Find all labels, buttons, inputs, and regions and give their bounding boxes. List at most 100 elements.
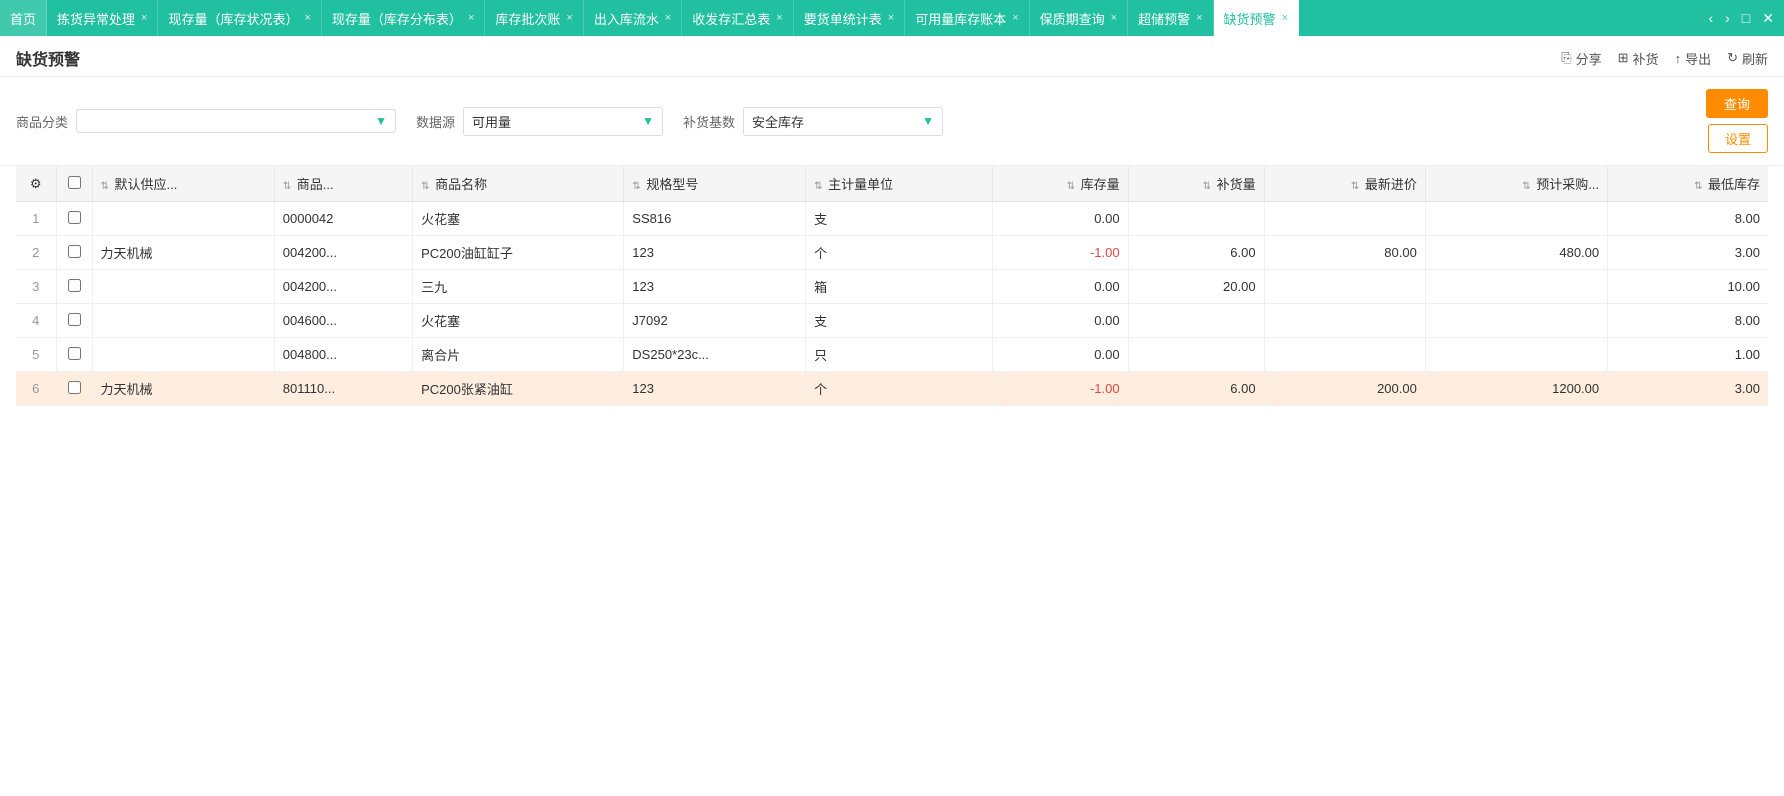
row-code: 0000042 [274, 202, 412, 236]
share-button[interactable]: ⎘ 分享 [1561, 49, 1601, 68]
row-select-checkbox[interactable] [68, 347, 81, 360]
row-supplier: 力天机械 [92, 372, 274, 406]
nav-tab-picking[interactable]: 拣货异常处理 × [47, 0, 158, 36]
table-row: 2力天机械004200...PC200油缸缸子123个-1.006.0080.0… [16, 236, 1768, 270]
row-select-checkbox[interactable] [68, 279, 81, 292]
row-checkbox-cell [56, 372, 92, 406]
th-replenish: ⇅ 补货量 [1128, 166, 1264, 202]
row-supplier [92, 304, 274, 338]
row-unit: 支 [806, 304, 993, 338]
close-icon[interactable]: × [888, 12, 894, 24]
close-icon[interactable]: × [1282, 12, 1288, 24]
filter-right: 查询 设置 [1706, 89, 1768, 153]
row-index: 3 [16, 270, 56, 304]
row-index: 6 [16, 372, 56, 406]
top-nav: 首页 拣货异常处理 × 现存量（库存状况表） × 现存量（库存分布表） × 库存… [0, 0, 1784, 36]
row-checkbox-cell [56, 304, 92, 338]
row-price [1264, 304, 1425, 338]
row-checkbox-cell [56, 236, 92, 270]
row-name: 离合片 [413, 338, 624, 372]
close-icon[interactable]: × [468, 12, 474, 24]
row-stock: -1.00 [992, 372, 1128, 406]
row-minstock: 8.00 [1608, 304, 1768, 338]
header-actions: ⎘ 分享 ⊞ 补货 ↑ 导出 ↻ 刷新 [1561, 49, 1768, 68]
select-all-checkbox[interactable] [68, 176, 81, 189]
page-title: 缺货预警 [16, 46, 80, 70]
row-index: 5 [16, 338, 56, 372]
table-header-row: ⚙ ⇅ 默认供应... ⇅ 商品... ⇅ 商品名称 [16, 166, 1768, 202]
nav-tab-available[interactable]: 可用量库存账本 × [905, 0, 1029, 36]
nav-tab-summary[interactable]: 收发存汇总表 × [682, 0, 793, 36]
close-icon[interactable]: × [776, 12, 782, 24]
close-icon[interactable]: × [665, 12, 671, 24]
row-stock: -1.00 [992, 236, 1128, 270]
nav-tab-overstock[interactable]: 超储预警 × [1128, 0, 1213, 36]
refresh-button[interactable]: ↻ 刷新 [1727, 49, 1768, 68]
nav-tab-home[interactable]: 首页 [0, 0, 47, 36]
row-price [1264, 270, 1425, 304]
nav-next-button[interactable]: › [1719, 0, 1736, 36]
settings-button[interactable]: 设置 [1708, 124, 1768, 153]
close-icon[interactable]: × [304, 12, 310, 24]
export-button[interactable]: ↑ 导出 [1675, 49, 1712, 68]
basis-label: 补货基数 [683, 112, 735, 131]
close-icon[interactable]: × [141, 12, 147, 24]
datasource-select[interactable]: 可用量 ▼ [463, 107, 663, 136]
row-minstock: 8.00 [1608, 202, 1768, 236]
basis-select[interactable]: 安全库存 ▼ [743, 107, 943, 136]
th-spec: ⇅ 规格型号 [624, 166, 806, 202]
th-supplier: ⇅ 默认供应... [92, 166, 274, 202]
table-row: 4004600...火花塞J7092支0.008.00 [16, 304, 1768, 338]
row-stock: 0.00 [992, 304, 1128, 338]
row-supplier: 力天机械 [92, 236, 274, 270]
replenish-button[interactable]: ⊞ 补货 [1618, 49, 1659, 68]
row-unit: 个 [806, 236, 993, 270]
row-unit: 个 [806, 372, 993, 406]
close-icon[interactable]: × [1196, 12, 1202, 24]
th-checkbox [56, 166, 92, 202]
nav-window-button[interactable]: □ [1736, 0, 1756, 36]
sort-icon: ⇅ [421, 181, 429, 192]
th-price: ⇅ 最新进价 [1264, 166, 1425, 202]
close-icon[interactable]: × [566, 12, 572, 24]
row-replenish [1128, 338, 1264, 372]
nav-close-button[interactable]: ✕ [1756, 0, 1780, 36]
category-label: 商品分类 [16, 112, 68, 131]
row-checkbox-cell [56, 202, 92, 236]
row-select-checkbox[interactable] [68, 211, 81, 224]
nav-tab-stock1[interactable]: 现存量（库存状况表） × [158, 0, 321, 36]
row-code: 004200... [274, 236, 412, 270]
row-name: 火花塞 [413, 202, 624, 236]
row-select-checkbox[interactable] [68, 381, 81, 394]
th-gear[interactable]: ⚙ [16, 166, 56, 202]
row-index: 4 [16, 304, 56, 338]
nav-tab-expiry[interactable]: 保质期查询 × [1030, 0, 1128, 36]
nav-tab-flow[interactable]: 出入库流水 × [584, 0, 682, 36]
sort-icon: ⇅ [101, 181, 109, 192]
nav-prev-button[interactable]: ‹ [1702, 0, 1719, 36]
row-select-checkbox[interactable] [68, 245, 81, 258]
table-row: 10000042火花塞SS816支0.008.00 [16, 202, 1768, 236]
row-replenish: 6.00 [1128, 236, 1264, 270]
row-price [1264, 338, 1425, 372]
th-minstock: ⇅ 最低库存 [1608, 166, 1768, 202]
nav-tab-order[interactable]: 要货单统计表 × [794, 0, 905, 36]
row-minstock: 3.00 [1608, 372, 1768, 406]
nav-tab-stock2[interactable]: 现存量（库存分布表） × [322, 0, 485, 36]
query-button[interactable]: 查询 [1706, 89, 1768, 118]
row-spec: J7092 [624, 304, 806, 338]
filter-area: 商品分类 ▼ 数据源 可用量 ▼ 补货基数 安全库存 ▼ 查询 设置 [0, 77, 1784, 166]
row-spec: 123 [624, 236, 806, 270]
row-code: 004200... [274, 270, 412, 304]
nav-tab-shortage[interactable]: 缺货预警 × [1214, 0, 1299, 36]
close-icon[interactable]: × [1012, 12, 1018, 24]
category-select[interactable]: ▼ [76, 109, 396, 133]
nav-tab-batch[interactable]: 库存批次账 × [485, 0, 583, 36]
row-select-checkbox[interactable] [68, 313, 81, 326]
sort-icon: ⇅ [1067, 181, 1075, 192]
close-icon[interactable]: × [1111, 12, 1117, 24]
row-forecast [1425, 202, 1607, 236]
datasource-value: 可用量 [472, 112, 511, 131]
th-code: ⇅ 商品... [274, 166, 412, 202]
row-minstock: 1.00 [1608, 338, 1768, 372]
